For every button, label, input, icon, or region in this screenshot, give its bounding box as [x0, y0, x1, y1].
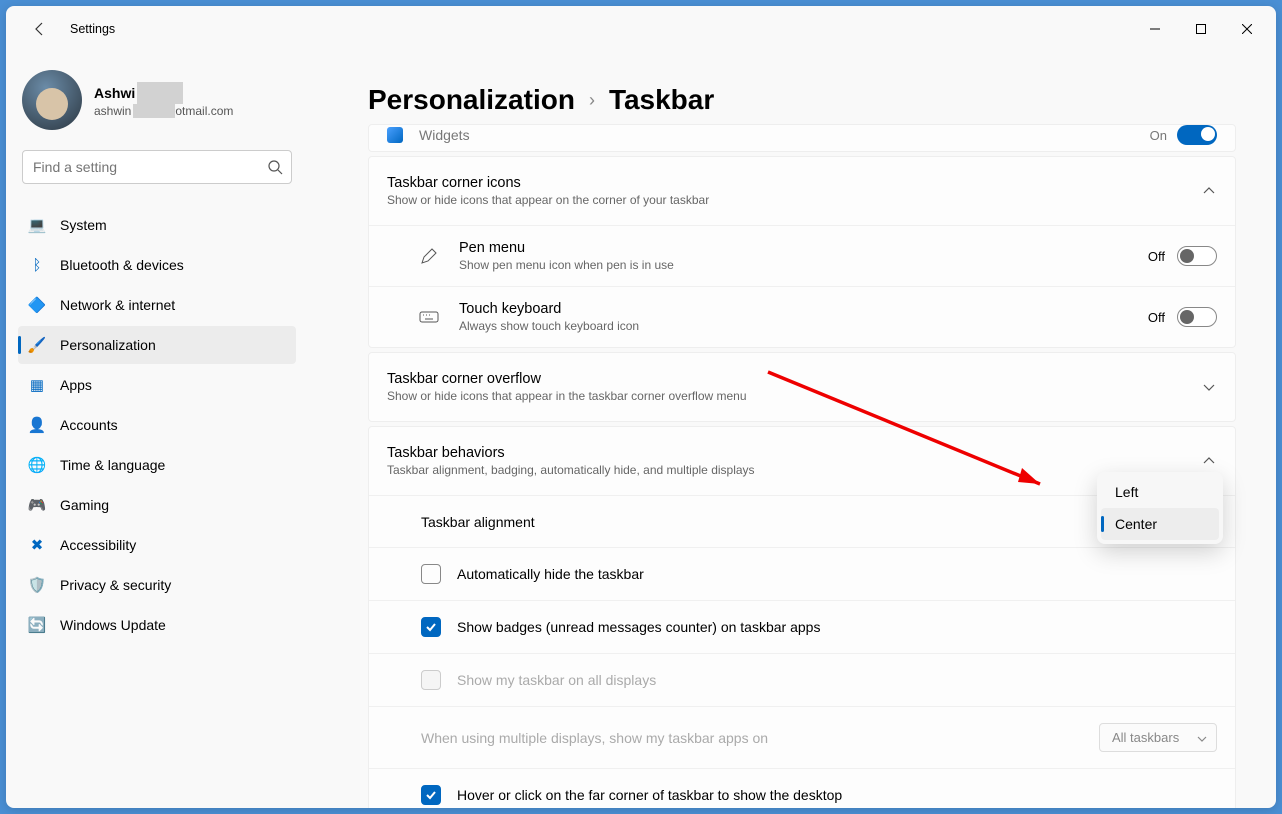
- user-email: ashwinotmail.com: [94, 104, 233, 119]
- pen-menu-toggle[interactable]: [1177, 246, 1217, 266]
- nav-system[interactable]: 💻System: [18, 206, 296, 244]
- network-icon: 🔷: [28, 296, 46, 314]
- maximize-icon: [1196, 24, 1206, 34]
- search-input[interactable]: [22, 150, 292, 184]
- accounts-icon: 👤: [28, 416, 46, 434]
- keyboard-icon: [419, 307, 441, 327]
- nav-update[interactable]: 🔄Windows Update: [18, 606, 296, 644]
- badges-checkbox[interactable]: [421, 617, 441, 637]
- nav: 💻System ᛒBluetooth & devices 🔷Network & …: [18, 206, 296, 808]
- multi-display-row: When using multiple displays, show my ta…: [369, 706, 1235, 768]
- section-corner-icons: Taskbar corner icons Show or hide icons …: [368, 156, 1236, 348]
- touch-keyboard-toggle[interactable]: [1177, 307, 1217, 327]
- widgets-toggle[interactable]: [1177, 125, 1217, 145]
- user-profile[interactable]: Ashwi ashwinotmail.com: [18, 52, 296, 150]
- bluetooth-icon: ᛒ: [28, 256, 46, 274]
- settings-window: Settings Ashwi ashwinotmail.com 💻System: [6, 6, 1276, 808]
- corner-icons-header[interactable]: Taskbar corner icons Show or hide icons …: [369, 157, 1235, 225]
- alignment-row: Taskbar alignment Left Center: [369, 495, 1235, 547]
- nav-accessibility[interactable]: ✖Accessibility: [18, 526, 296, 564]
- back-button[interactable]: [22, 11, 58, 47]
- hover-corner-checkbox[interactable]: [421, 785, 441, 805]
- pen-icon: [419, 246, 441, 266]
- update-icon: 🔄: [28, 616, 46, 634]
- search-icon: [267, 159, 283, 175]
- nav-privacy[interactable]: 🛡️Privacy & security: [18, 566, 296, 604]
- apps-icon: ▦: [28, 376, 46, 394]
- chevron-down-icon: [1201, 379, 1217, 395]
- nav-accounts[interactable]: 👤Accounts: [18, 406, 296, 444]
- nav-bluetooth[interactable]: ᛒBluetooth & devices: [18, 246, 296, 284]
- section-behaviors: Taskbar behaviors Taskbar alignment, bad…: [368, 426, 1236, 808]
- body: Ashwi ashwinotmail.com 💻System ᛒBluetoot…: [6, 52, 1276, 808]
- nav-gaming[interactable]: 🎮Gaming: [18, 486, 296, 524]
- minimize-button[interactable]: [1132, 13, 1178, 45]
- breadcrumb-current: Taskbar: [609, 84, 714, 116]
- chevron-down-icon: [1196, 733, 1208, 745]
- widgets-row-clipped[interactable]: Widgets On: [368, 124, 1236, 152]
- touch-keyboard-row: Touch keyboard Always show touch keyboar…: [369, 286, 1235, 347]
- window-controls: [1132, 13, 1270, 45]
- alignment-option-center[interactable]: Center: [1101, 508, 1219, 540]
- window-title: Settings: [70, 22, 115, 36]
- personalization-icon: 🖌️: [28, 336, 46, 354]
- accessibility-icon: ✖: [28, 536, 46, 554]
- user-name: Ashwi: [94, 82, 233, 104]
- section-overflow: Taskbar corner overflow Show or hide ico…: [368, 352, 1236, 422]
- search-wrap: [22, 150, 292, 184]
- close-icon: [1242, 24, 1252, 34]
- widgets-icon: [387, 127, 403, 143]
- breadcrumb: Personalization › Taskbar: [368, 52, 1236, 124]
- auto-hide-checkbox[interactable]: [421, 564, 441, 584]
- gaming-icon: 🎮: [28, 496, 46, 514]
- minimize-icon: [1150, 24, 1160, 34]
- hover-corner-row: Hover or click on the far corner of task…: [369, 768, 1235, 808]
- all-displays-checkbox: [421, 670, 441, 690]
- redacted-block: [137, 82, 183, 104]
- alignment-option-left[interactable]: Left: [1101, 476, 1219, 508]
- nav-personalization[interactable]: 🖌️Personalization: [18, 326, 296, 364]
- arrow-left-icon: [32, 21, 48, 37]
- chevron-right-icon: ›: [589, 90, 595, 111]
- pen-menu-row: Pen menu Show pen menu icon when pen is …: [369, 225, 1235, 286]
- time-icon: 🌐: [28, 456, 46, 474]
- multi-display-select[interactable]: All taskbars: [1099, 723, 1217, 752]
- close-button[interactable]: [1224, 13, 1270, 45]
- privacy-icon: 🛡️: [28, 576, 46, 594]
- titlebar: Settings: [6, 6, 1276, 52]
- nav-time[interactable]: 🌐Time & language: [18, 446, 296, 484]
- nav-apps[interactable]: ▦Apps: [18, 366, 296, 404]
- badges-row: Show badges (unread messages counter) on…: [369, 600, 1235, 653]
- breadcrumb-parent[interactable]: Personalization: [368, 84, 575, 116]
- main-content: Personalization › Taskbar Widgets On Tas…: [308, 52, 1276, 808]
- chevron-up-icon: [1201, 183, 1217, 199]
- chevron-up-icon: [1201, 453, 1217, 469]
- maximize-button[interactable]: [1178, 13, 1224, 45]
- auto-hide-row: Automatically hide the taskbar: [369, 547, 1235, 600]
- overflow-header[interactable]: Taskbar corner overflow Show or hide ico…: [369, 353, 1235, 421]
- sidebar: Ashwi ashwinotmail.com 💻System ᛒBluetoot…: [6, 52, 308, 808]
- all-displays-row: Show my taskbar on all displays: [369, 653, 1235, 706]
- avatar: [22, 70, 82, 130]
- alignment-dropdown: Left Center: [1097, 472, 1223, 544]
- system-icon: 💻: [28, 216, 46, 234]
- nav-network[interactable]: 🔷Network & internet: [18, 286, 296, 324]
